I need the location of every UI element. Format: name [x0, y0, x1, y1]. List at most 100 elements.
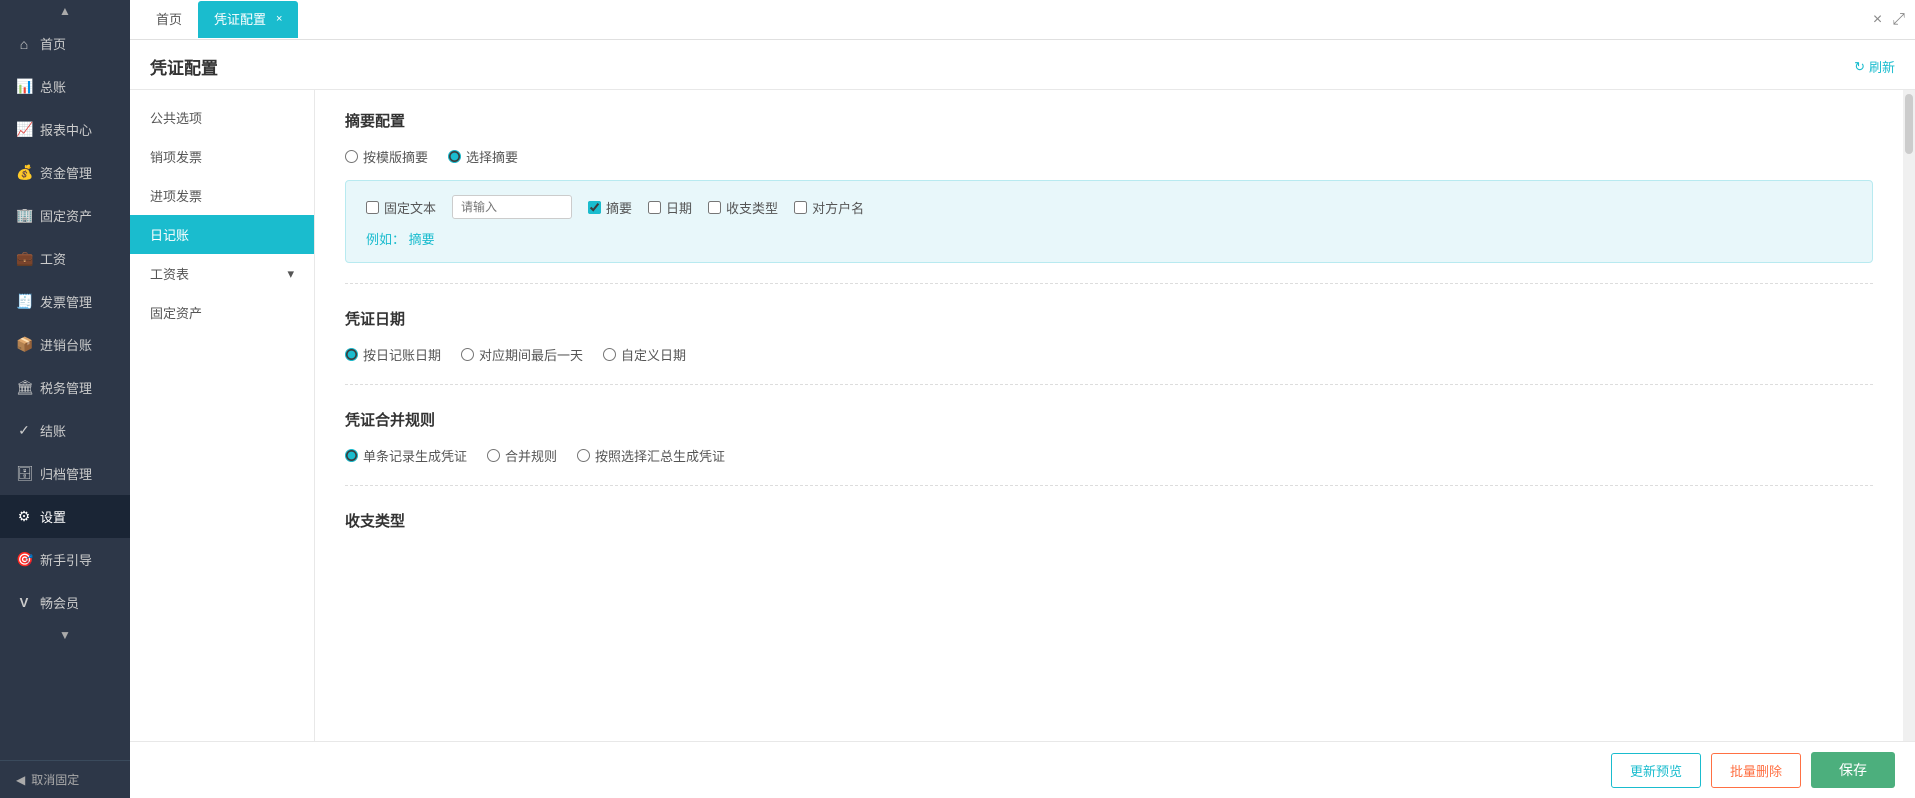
settings-icon: ⚙ — [16, 508, 32, 525]
radio-last-day-input[interactable] — [461, 348, 474, 361]
closing-icon: ✓ — [16, 422, 32, 439]
tab-bar-actions: × ⤢ — [1873, 11, 1905, 29]
nav-purchase-invoice-label: 进项发票 — [150, 186, 202, 205]
tab-close-icon[interactable]: × — [276, 13, 282, 25]
radio-custom-date-input[interactable] — [603, 348, 616, 361]
checkbox-counterpart[interactable]: 对方户名 — [794, 198, 864, 217]
ledger-icon: 📊 — [16, 78, 32, 95]
scrollbar-thumb[interactable] — [1905, 94, 1913, 154]
radio-template-summary[interactable]: 按模版摘要 — [345, 147, 428, 166]
sidebar-item-archive[interactable]: 🗄 归档管理 — [0, 452, 130, 495]
preview-label: 例如： — [366, 232, 405, 247]
tab-voucher-config[interactable]: 凭证配置 × — [198, 1, 298, 38]
checkbox-fixed-text-input[interactable] — [366, 201, 379, 214]
bottom-bar: 更新预览 批量删除 保存 — [130, 741, 1915, 798]
window-resize-icon[interactable]: ⤢ — [1892, 11, 1905, 29]
sidebar-item-home[interactable]: ⌂ 首页 — [0, 22, 130, 65]
radio-by-selection-input[interactable] — [577, 449, 590, 462]
radio-merge-rule[interactable]: 合并规则 — [487, 446, 557, 465]
checkbox-summary-label: 摘要 — [606, 198, 632, 217]
right-content: 摘要配置 按模版摘要 选择摘要 — [315, 90, 1903, 741]
radio-by-journal-input[interactable] — [345, 348, 358, 361]
save-button[interactable]: 保存 — [1811, 752, 1895, 788]
nav-journal[interactable]: 日记账 — [130, 215, 314, 254]
invoices-icon: 🧾 — [16, 293, 32, 310]
sidebar-item-label: 畅会员 — [40, 593, 79, 612]
radio-select-summary[interactable]: 选择摘要 — [448, 147, 518, 166]
page-title: 凭证配置 — [150, 54, 218, 79]
radio-template-input[interactable] — [345, 150, 358, 163]
checkbox-summary[interactable]: 摘要 — [588, 198, 632, 217]
tax-icon: 🏛 — [16, 379, 32, 396]
refresh-icon: ↻ — [1854, 59, 1865, 75]
summary-config-title: 摘要配置 — [345, 110, 1873, 131]
sidebar-item-label: 总账 — [40, 77, 66, 96]
voucher-date-title: 凭证日期 — [345, 308, 1873, 329]
radio-select-label: 选择摘要 — [466, 147, 518, 166]
radio-custom-date-label: 自定义日期 — [621, 345, 686, 364]
checkbox-counterpart-label: 对方户名 — [812, 198, 864, 217]
nav-fixed-assets[interactable]: 固定资产 — [130, 293, 314, 332]
checkbox-counterpart-input[interactable] — [794, 201, 807, 214]
sidebar-item-settings[interactable]: ⚙ 设置 — [0, 495, 130, 538]
checkbox-date-label: 日期 — [666, 198, 692, 217]
nav-payroll[interactable]: 工资表 ▾ — [130, 254, 314, 293]
fixed-text-input[interactable] — [452, 195, 572, 219]
summary-config-box: 固定文本 摘要 日期 — [345, 180, 1873, 263]
radio-by-journal[interactable]: 按日记账日期 — [345, 345, 441, 364]
sidebar-item-guide[interactable]: 🎯 新手引导 — [0, 538, 130, 581]
sidebar-item-reports[interactable]: 📈 报表中心 — [0, 108, 130, 151]
sidebar-item-ledger[interactable]: 📊 总账 — [0, 65, 130, 108]
pin-label: 取消固定 — [31, 771, 79, 788]
refresh-button[interactable]: ↻ 刷新 — [1854, 57, 1895, 76]
checkbox-summary-input[interactable] — [588, 201, 601, 214]
sidebar-item-funds[interactable]: 💰 资金管理 — [0, 151, 130, 194]
sidebar-item-vip[interactable]: V 畅会员 — [0, 581, 130, 624]
summary-options-row: 固定文本 摘要 日期 — [366, 195, 1852, 219]
radio-single-input[interactable] — [345, 449, 358, 462]
left-nav: 公共选项 销项发票 进项发票 日记账 工资表 ▾ 固定资产 — [130, 90, 315, 741]
radio-single-record[interactable]: 单条记录生成凭证 — [345, 446, 467, 465]
sidebar-pin-toggle[interactable]: ◀ 取消固定 — [0, 760, 130, 798]
sidebar-scroll-down[interactable]: ▼ — [0, 624, 130, 646]
sidebar-item-stock[interactable]: 📦 进销台账 — [0, 323, 130, 366]
update-preview-button[interactable]: 更新预览 — [1611, 753, 1701, 788]
checkbox-date-input[interactable] — [648, 201, 661, 214]
checkbox-fixed-text[interactable]: 固定文本 — [366, 198, 436, 217]
tab-home[interactable]: 首页 — [140, 1, 198, 38]
reports-icon: 📈 — [16, 121, 32, 138]
window-close-icon[interactable]: × — [1873, 11, 1882, 29]
sidebar-item-label: 结账 — [40, 421, 66, 440]
checkbox-date[interactable]: 日期 — [648, 198, 692, 217]
sidebar-scroll-up[interactable]: ▲ — [0, 0, 130, 22]
funds-icon: 💰 — [16, 164, 32, 181]
nav-public[interactable]: 公共选项 — [130, 98, 314, 137]
nav-purchase-invoice[interactable]: 进项发票 — [130, 176, 314, 215]
checkbox-payment-type-label: 收支类型 — [726, 198, 778, 217]
sidebar-item-closing[interactable]: ✓ 结账 — [0, 409, 130, 452]
preview-value: 摘要 — [409, 232, 435, 247]
income-expense-title: 收支类型 — [345, 510, 1873, 531]
nav-sales-invoice[interactable]: 销项发票 — [130, 137, 314, 176]
merge-rules-radio-group: 单条记录生成凭证 合并规则 按照选择汇总生成凭证 — [345, 446, 1873, 465]
sidebar-item-tax[interactable]: 🏛 税务管理 — [0, 366, 130, 409]
checkbox-payment-type[interactable]: 收支类型 — [708, 198, 778, 217]
radio-select-input[interactable] — [448, 150, 461, 163]
merge-rules-section: 凭证合并规则 单条记录生成凭证 合并规则 按照选择汇总生成凭证 — [345, 409, 1873, 486]
checkbox-payment-type-input[interactable] — [708, 201, 721, 214]
sidebar-item-assets[interactable]: 🏢 固定资产 — [0, 194, 130, 237]
scrollbar-track[interactable] — [1903, 90, 1915, 741]
radio-by-selection[interactable]: 按照选择汇总生成凭证 — [577, 446, 725, 465]
batch-delete-button[interactable]: 批量删除 — [1711, 753, 1801, 788]
sidebar-item-label: 归档管理 — [40, 464, 92, 483]
sidebar-item-salary[interactable]: 💼 工资 — [0, 237, 130, 280]
radio-merge-input[interactable] — [487, 449, 500, 462]
radio-custom-date[interactable]: 自定义日期 — [603, 345, 686, 364]
sidebar-item-invoices[interactable]: 🧾 发票管理 — [0, 280, 130, 323]
sidebar-item-label: 发票管理 — [40, 292, 92, 311]
summary-preview: 例如： 摘要 — [366, 229, 1852, 248]
summary-radio-group: 按模版摘要 选择摘要 — [345, 147, 1873, 166]
radio-last-day[interactable]: 对应期间最后一天 — [461, 345, 583, 364]
content-body: 公共选项 销项发票 进项发票 日记账 工资表 ▾ 固定资产 — [130, 90, 1915, 741]
sidebar-item-label: 固定资产 — [40, 206, 92, 225]
